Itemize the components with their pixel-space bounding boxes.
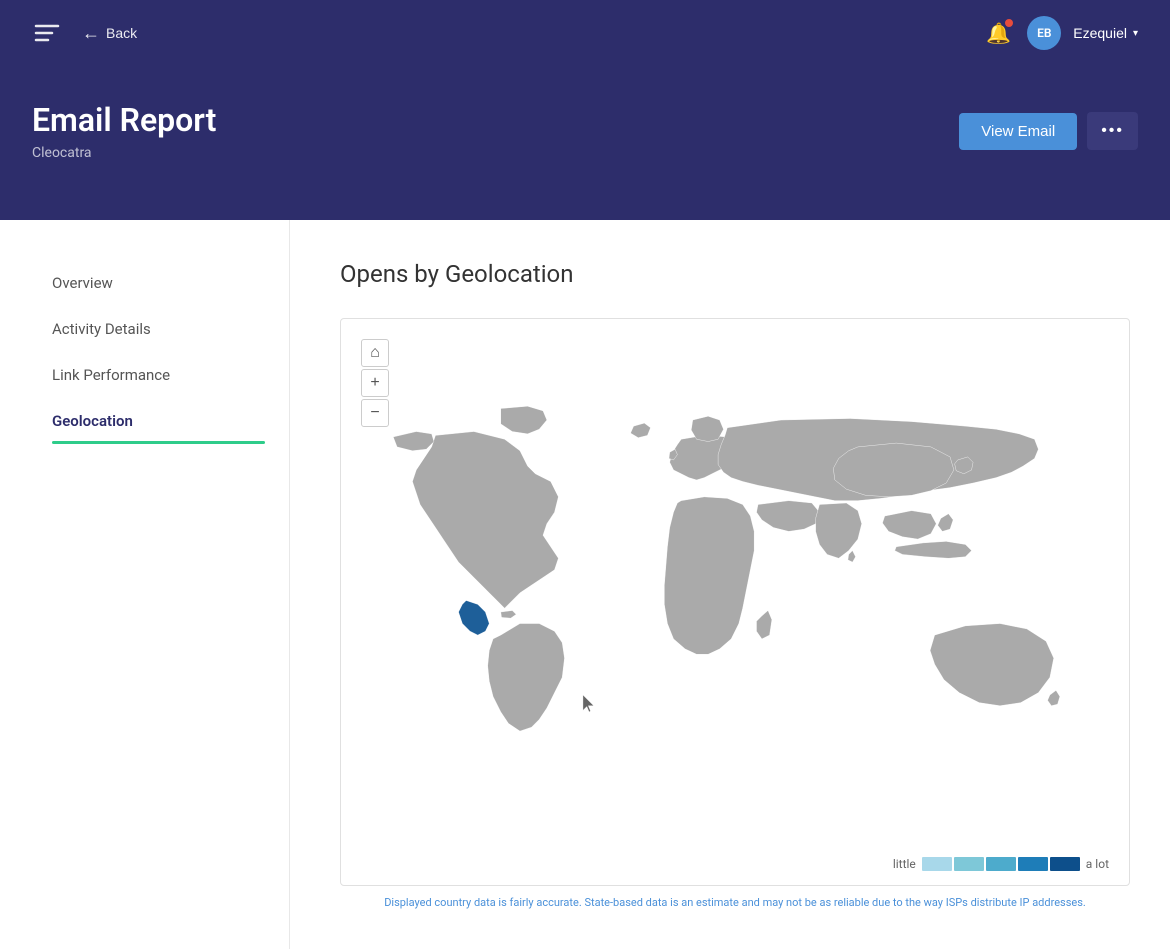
avatar: EB xyxy=(1027,16,1061,50)
back-button[interactable]: ← Back xyxy=(82,23,137,44)
section-title: Opens by Geolocation xyxy=(340,260,1130,288)
legend-swatch-4 xyxy=(1018,857,1048,871)
notification-dot xyxy=(1005,19,1013,27)
map-home-button[interactable]: ⌂ xyxy=(361,339,389,367)
main-layout: Overview Activity Details Link Performan… xyxy=(0,220,1170,949)
user-name: Ezequiel xyxy=(1073,25,1127,41)
map-legend: little a lot xyxy=(351,849,1119,875)
header: ← Back 🔔 EB Ezequiel ▾ Email Report Cleo… xyxy=(0,0,1170,220)
zoom-out-icon: − xyxy=(370,405,379,421)
sidebar-item-link-performance[interactable]: Link Performance xyxy=(0,352,289,398)
legend-swatch-3 xyxy=(986,857,1016,871)
header-right: 🔔 EB Ezequiel ▾ xyxy=(982,16,1138,50)
header-content: Email Report Cleocatra View Email ••• xyxy=(32,66,1138,220)
more-options-button[interactable]: ••• xyxy=(1087,112,1138,150)
sidebar-item-activity-details[interactable]: Activity Details xyxy=(0,306,289,352)
sidebar-item-overview[interactable]: Overview xyxy=(0,260,289,306)
header-actions: View Email ••• xyxy=(959,112,1138,150)
world-map-svg xyxy=(351,329,1119,849)
app-logo xyxy=(32,18,62,48)
sidebar: Overview Activity Details Link Performan… xyxy=(0,220,290,949)
home-icon: ⌂ xyxy=(370,345,380,361)
top-bar: ← Back 🔔 EB Ezequiel ▾ xyxy=(32,0,1138,66)
user-menu-button[interactable]: Ezequiel ▾ xyxy=(1073,25,1138,41)
view-email-button[interactable]: View Email xyxy=(959,113,1077,150)
map-zoom-in-button[interactable]: + xyxy=(361,369,389,397)
back-label: Back xyxy=(106,25,137,41)
back-arrow-icon: ← xyxy=(82,23,100,44)
zoom-in-icon: + xyxy=(370,375,379,391)
legend-swatch-5 xyxy=(1050,857,1080,871)
title-group: Email Report Cleocatra xyxy=(32,101,216,161)
sidebar-item-geolocation[interactable]: Geolocation xyxy=(0,398,289,444)
map-controls: ⌂ + − xyxy=(361,339,389,427)
legend-little-label: little xyxy=(893,857,916,871)
legend-swatch-1 xyxy=(922,857,952,871)
content-area: Opens by Geolocation ⌂ + − xyxy=(290,220,1170,949)
map-disclaimer: Displayed country data is fairly accurat… xyxy=(340,886,1130,909)
notification-button[interactable]: 🔔 xyxy=(982,17,1015,50)
world-map xyxy=(351,329,1119,849)
chevron-down-icon: ▾ xyxy=(1133,28,1138,39)
legend-bar xyxy=(922,857,1080,871)
map-container: ⌂ + − xyxy=(340,318,1130,886)
map-zoom-out-button[interactable]: − xyxy=(361,399,389,427)
page-title: Email Report xyxy=(32,101,216,139)
legend-lot-label: a lot xyxy=(1086,857,1109,871)
legend-swatch-2 xyxy=(954,857,984,871)
page-subtitle: Cleocatra xyxy=(32,145,216,161)
